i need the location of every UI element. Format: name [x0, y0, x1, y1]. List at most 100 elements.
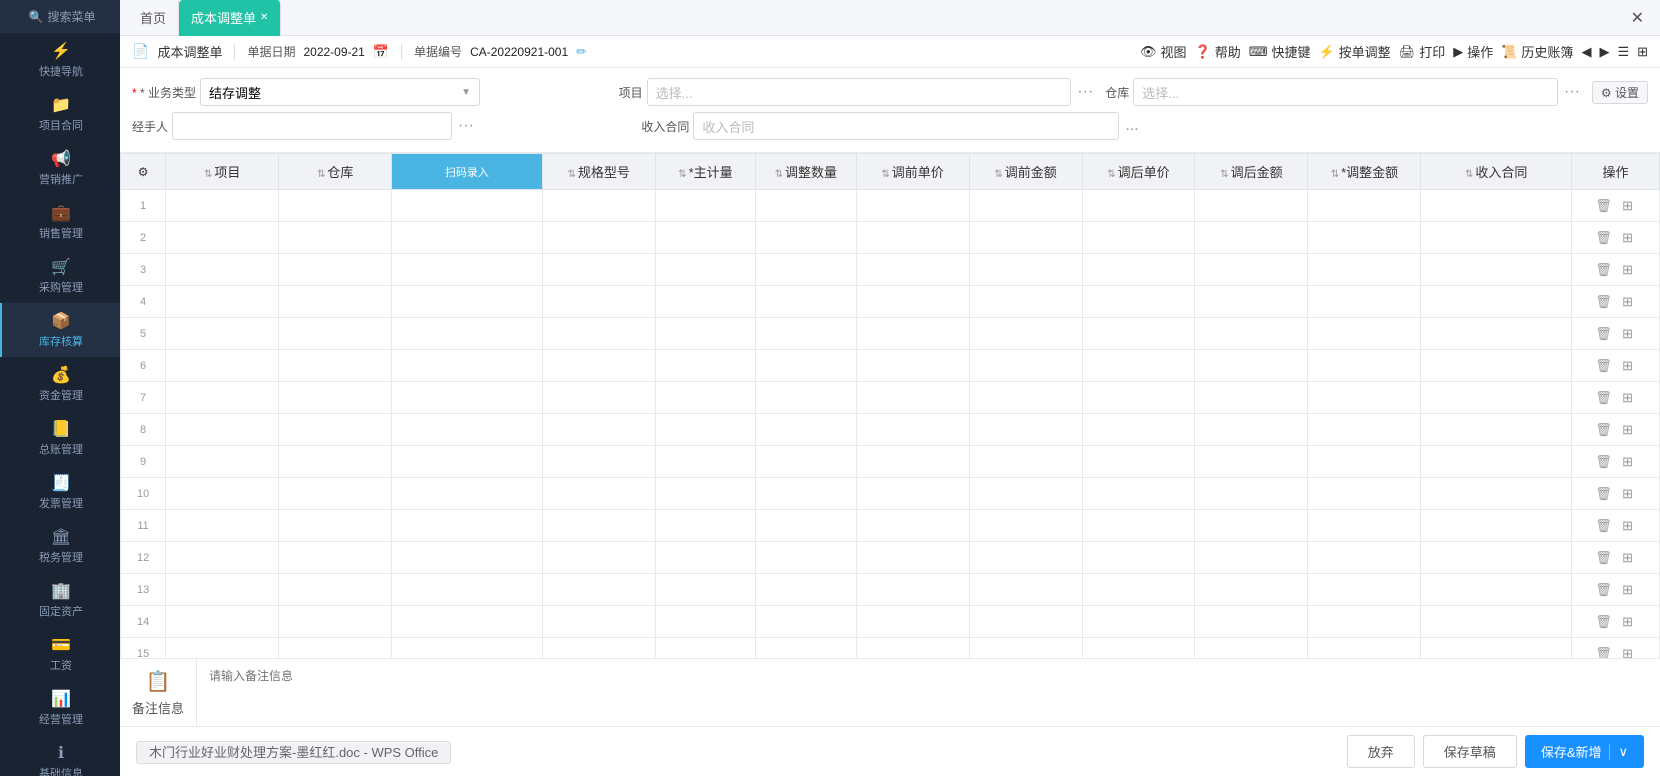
cell-8-2[interactable] [279, 414, 392, 446]
cell-6-6[interactable] [756, 350, 856, 382]
cell-11-5[interactable] [655, 510, 755, 542]
cell-15-4[interactable] [542, 638, 655, 659]
table-container[interactable]: ⚙ ⇅项目 ⇅仓库 扫码录入 ⇅规格型号 ⇅*主计量 ⇅调整数量 ⇅调前单价 ⇅… [120, 153, 1660, 658]
cell-2-12[interactable] [1421, 222, 1572, 254]
cell-14-11[interactable] [1308, 606, 1421, 638]
cell-13-3[interactable] [392, 574, 543, 606]
cell-14-2[interactable] [279, 606, 392, 638]
cell-9-12[interactable] [1421, 446, 1572, 478]
cell-10-12[interactable] [1421, 478, 1572, 510]
ops-btn[interactable]: ▶ 操作 [1453, 42, 1493, 61]
help-btn[interactable]: ❓ 帮助 [1195, 42, 1241, 61]
cell-10-11[interactable] [1308, 478, 1421, 510]
cell-12-12[interactable] [1421, 542, 1572, 574]
cell-9-7[interactable] [856, 446, 969, 478]
cell-13-6[interactable] [756, 574, 856, 606]
delete-btn-8[interactable]: 🗑 [1594, 420, 1614, 440]
cell-1-11[interactable] [1308, 190, 1421, 222]
cell-7-1[interactable] [166, 382, 279, 414]
cell-10-2[interactable] [279, 478, 392, 510]
sidebar-item-tax[interactable]: 🏛 税务管理 [0, 519, 120, 573]
cell-1-7[interactable] [856, 190, 969, 222]
cell-4-5[interactable] [655, 286, 755, 318]
sidebar-item-assets[interactable]: 🏢 固定资产 [0, 573, 120, 627]
cell-11-8[interactable] [969, 510, 1082, 542]
copy-btn-11[interactable]: ⊞ [1618, 516, 1638, 536]
cell-10-1[interactable] [166, 478, 279, 510]
copy-btn-4[interactable]: ⊞ [1618, 292, 1638, 312]
cell-15-10[interactable] [1195, 638, 1308, 659]
cell-4-10[interactable] [1195, 286, 1308, 318]
copy-btn-3[interactable]: ⊞ [1618, 260, 1638, 280]
sidebar-item-sales-mgmt[interactable]: 💼 销售管理 [0, 195, 120, 249]
cell-10-10[interactable] [1195, 478, 1308, 510]
cell-14-9[interactable] [1082, 606, 1195, 638]
cell-5-11[interactable] [1308, 318, 1421, 350]
cell-5-2[interactable] [279, 318, 392, 350]
sidebar-item-invoice[interactable]: 🧾 发票管理 [0, 465, 120, 519]
delete-btn-1[interactable]: 🗑 [1594, 196, 1614, 216]
delete-btn-7[interactable]: 🗑 [1594, 388, 1614, 408]
delete-btn-2[interactable]: 🗑 [1594, 228, 1614, 248]
cell-2-7[interactable] [856, 222, 969, 254]
cell-5-8[interactable] [969, 318, 1082, 350]
list-view-btn2[interactable]: ⊞ [1637, 44, 1648, 60]
cell-10-7[interactable] [856, 478, 969, 510]
cell-7-3[interactable] [392, 382, 543, 414]
cell-13-1[interactable] [166, 574, 279, 606]
cell-3-11[interactable] [1308, 254, 1421, 286]
cell-14-5[interactable] [655, 606, 755, 638]
cell-1-4[interactable] [542, 190, 655, 222]
cell-14-7[interactable] [856, 606, 969, 638]
cell-8-1[interactable] [166, 414, 279, 446]
copy-btn-10[interactable]: ⊞ [1618, 484, 1638, 504]
cell-2-4[interactable] [542, 222, 655, 254]
copy-btn-12[interactable]: ⊞ [1618, 548, 1638, 568]
cell-12-7[interactable] [856, 542, 969, 574]
cell-11-9[interactable] [1082, 510, 1195, 542]
cell-9-6[interactable] [756, 446, 856, 478]
copy-btn-14[interactable]: ⊞ [1618, 612, 1638, 632]
save-new-arrow[interactable]: ∨ [1609, 744, 1628, 760]
cell-4-8[interactable] [969, 286, 1082, 318]
cell-8-11[interactable] [1308, 414, 1421, 446]
cell-10-3[interactable] [392, 478, 543, 510]
sidebar-search[interactable]: 🔍 搜索菜单 [0, 0, 120, 33]
cell-11-12[interactable] [1421, 510, 1572, 542]
cell-13-4[interactable] [542, 574, 655, 606]
cell-15-3[interactable] [392, 638, 543, 659]
delete-btn-15[interactable]: 🗑 [1594, 644, 1614, 659]
cell-1-2[interactable] [279, 190, 392, 222]
cell-12-3[interactable] [392, 542, 543, 574]
cell-1-1[interactable] [166, 190, 279, 222]
view-btn[interactable]: 👁 视图 [1140, 42, 1187, 61]
cell-9-1[interactable] [166, 446, 279, 478]
cell-8-8[interactable] [969, 414, 1082, 446]
cell-13-11[interactable] [1308, 574, 1421, 606]
cell-6-7[interactable] [856, 350, 969, 382]
cell-1-12[interactable] [1421, 190, 1572, 222]
cell-2-3[interactable] [392, 222, 543, 254]
cell-6-5[interactable] [655, 350, 755, 382]
cell-3-3[interactable] [392, 254, 543, 286]
delete-btn-13[interactable]: 🗑 [1594, 580, 1614, 600]
handler-dots[interactable]: ··· [458, 117, 474, 135]
cell-6-11[interactable] [1308, 350, 1421, 382]
cell-7-12[interactable] [1421, 382, 1572, 414]
cell-4-7[interactable] [856, 286, 969, 318]
cell-1-10[interactable] [1195, 190, 1308, 222]
cell-3-4[interactable] [542, 254, 655, 286]
cell-11-10[interactable] [1195, 510, 1308, 542]
cell-1-5[interactable] [655, 190, 755, 222]
sidebar-item-finance[interactable]: 💰 资金管理 [0, 357, 120, 411]
delete-btn-12[interactable]: 🗑 [1594, 548, 1614, 568]
cell-5-5[interactable] [655, 318, 755, 350]
cell-13-9[interactable] [1082, 574, 1195, 606]
cell-5-9[interactable] [1082, 318, 1195, 350]
cell-8-6[interactable] [756, 414, 856, 446]
cell-8-5[interactable] [655, 414, 755, 446]
tab-cost-adj[interactable]: 成本调整单 ✕ [179, 0, 281, 36]
cell-2-9[interactable] [1082, 222, 1195, 254]
cell-15-5[interactable] [655, 638, 755, 659]
copy-btn-1[interactable]: ⊞ [1618, 196, 1638, 216]
